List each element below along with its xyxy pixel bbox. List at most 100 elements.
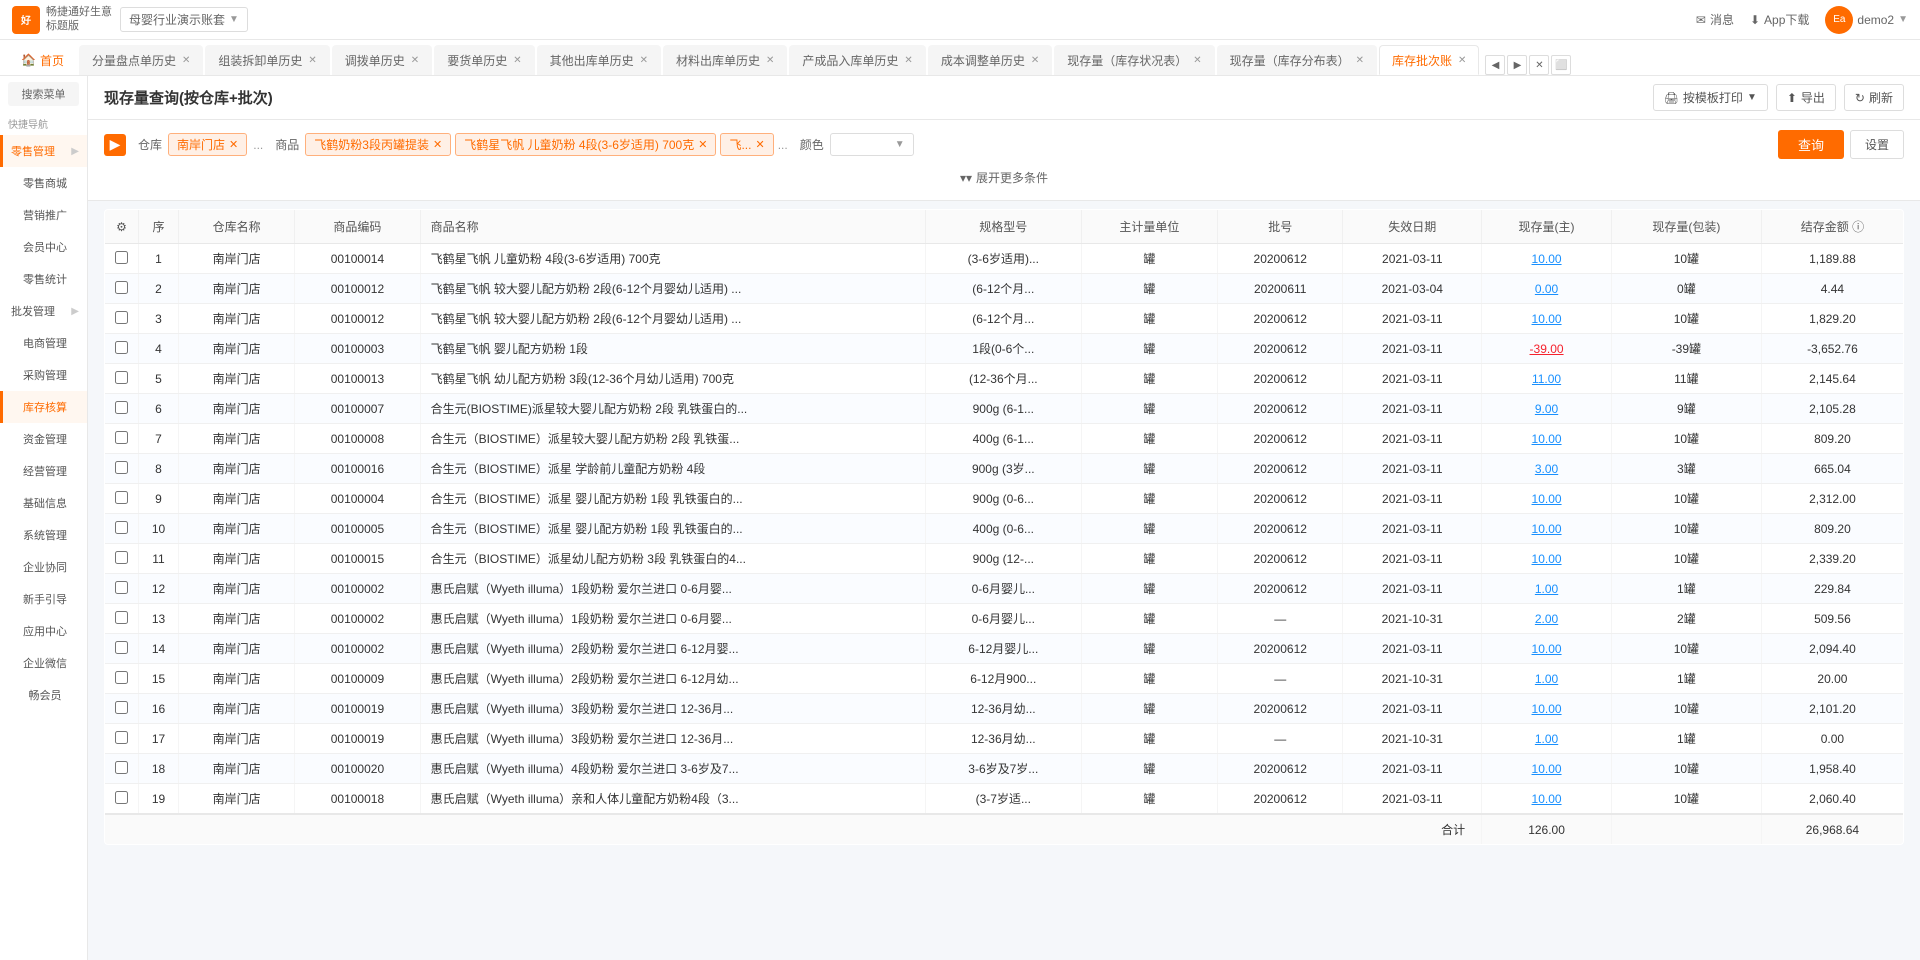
row-checkbox[interactable] xyxy=(105,394,139,424)
tab-chan-pin-in[interactable]: 产成品入库单历史 ✕ xyxy=(789,45,925,75)
row-checkbox[interactable] xyxy=(105,694,139,724)
sidebar-item-finance[interactable]: 资金管理 xyxy=(0,423,87,455)
tab-scroll-right[interactable]: ▶ xyxy=(1507,55,1527,75)
row-qty-main[interactable]: 2.00 xyxy=(1482,604,1612,634)
remove-warehouse-tag[interactable]: ✕ xyxy=(229,138,238,151)
row-qty-main[interactable]: 10.00 xyxy=(1482,544,1612,574)
row-checkbox[interactable] xyxy=(105,484,139,514)
row-qty-main[interactable]: 10.00 xyxy=(1482,754,1612,784)
row-checkbox[interactable] xyxy=(105,424,139,454)
filter-more-dots[interactable]: ... xyxy=(253,138,263,152)
sidebar-item-member[interactable]: 会员中心 xyxy=(0,231,87,263)
tab-kuzhuang[interactable]: 现存量（库存状况表） ✕ xyxy=(1054,45,1214,75)
row-checkbox[interactable] xyxy=(105,784,139,815)
row-checkbox[interactable] xyxy=(105,544,139,574)
tab-fen-pan[interactable]: 分量盘点单历史 ✕ xyxy=(79,45,203,75)
row-qty-main[interactable]: 3.00 xyxy=(1482,454,1612,484)
remove-product-tag-3[interactable]: ✕ xyxy=(755,138,764,151)
close-icon[interactable]: ✕ xyxy=(182,55,190,66)
row-checkbox[interactable] xyxy=(105,604,139,634)
search-menu-btn[interactable]: 搜索菜单 xyxy=(8,82,79,106)
refresh-btn[interactable]: ↻ 刷新 xyxy=(1844,84,1904,111)
remove-product-tag-2[interactable]: ✕ xyxy=(698,138,707,151)
row-checkbox[interactable] xyxy=(105,754,139,784)
sidebar-item-retail-stats[interactable]: 零售统计 xyxy=(0,263,87,295)
product-tag-1[interactable]: 飞鹤奶粉3段丙罐提装 ✕ xyxy=(305,133,451,156)
product-more-dots[interactable]: ... xyxy=(778,138,788,152)
row-qty-main[interactable]: 1.00 xyxy=(1482,724,1612,754)
sidebar-item-operation[interactable]: 经营管理 xyxy=(0,455,87,487)
row-checkbox[interactable] xyxy=(105,454,139,484)
messages-btn[interactable]: ✉ 消息 xyxy=(1696,11,1734,28)
tab-cai-liao[interactable]: 材料出库单历史 ✕ xyxy=(663,45,787,75)
sidebar-item-marketing[interactable]: 营销推广 xyxy=(0,199,87,231)
row-qty-main[interactable]: 1.00 xyxy=(1482,664,1612,694)
row-checkbox[interactable] xyxy=(105,304,139,334)
product-tag-3[interactable]: 飞... ✕ xyxy=(720,133,773,156)
close-icon[interactable]: ✕ xyxy=(640,55,648,66)
row-checkbox[interactable] xyxy=(105,514,139,544)
sidebar-item-app-center[interactable]: 应用中心 xyxy=(0,615,87,647)
dropdown-label[interactable]: 母婴行业演示账套 ▼ xyxy=(120,7,248,32)
row-qty-main[interactable]: 10.00 xyxy=(1482,244,1612,274)
app-download-btn[interactable]: ⬇ App下载 xyxy=(1750,11,1809,28)
tab-fenbu[interactable]: 现存量（库存分布表） ✕ xyxy=(1217,45,1377,75)
row-qty-main[interactable]: 10.00 xyxy=(1482,634,1612,664)
color-select[interactable]: ▼ xyxy=(830,133,914,156)
close-icon[interactable]: ✕ xyxy=(411,55,419,66)
remove-product-tag-1[interactable]: ✕ xyxy=(433,138,442,151)
close-icon[interactable]: ✕ xyxy=(1193,55,1201,66)
query-btn[interactable]: 查询 xyxy=(1778,130,1844,159)
tab-maximize[interactable]: ⬜ xyxy=(1551,55,1571,75)
warehouse-tag[interactable]: 南岸门店 ✕ xyxy=(168,133,247,156)
close-icon[interactable]: ✕ xyxy=(1458,55,1466,66)
row-qty-main[interactable]: 10.00 xyxy=(1482,304,1612,334)
row-checkbox[interactable] xyxy=(105,334,139,364)
row-qty-main[interactable]: 10.00 xyxy=(1482,514,1612,544)
sidebar-item-guide[interactable]: 新手引导 xyxy=(0,583,87,615)
sidebar-item-retail-mgmt[interactable]: 零售管理 ▶ xyxy=(0,135,87,167)
tab-active[interactable]: 库存批次账 ✕ xyxy=(1379,45,1479,75)
row-qty-main[interactable]: 10.00 xyxy=(1482,424,1612,454)
row-qty-main[interactable]: -39.00 xyxy=(1482,334,1612,364)
tab-yao-huo[interactable]: 要货单历史 ✕ xyxy=(434,45,534,75)
col-settings[interactable]: ⚙ xyxy=(105,210,139,244)
user-menu[interactable]: Ea demo2 ▼ xyxy=(1825,6,1908,34)
row-checkbox[interactable] xyxy=(105,574,139,604)
sidebar-item-vip[interactable]: 畅会员 xyxy=(0,679,87,711)
sidebar-item-purchase[interactable]: 采购管理 xyxy=(0,359,87,391)
row-checkbox[interactable] xyxy=(105,244,139,274)
close-icon[interactable]: ✕ xyxy=(308,55,316,66)
sidebar-item-company[interactable]: 企业协同 xyxy=(0,551,87,583)
row-qty-main[interactable]: 9.00 xyxy=(1482,394,1612,424)
row-checkbox[interactable] xyxy=(105,274,139,304)
product-tag-2[interactable]: 飞鹤星飞帆 儿童奶粉 4段(3-6岁适用) 700克 ✕ xyxy=(455,133,716,156)
row-checkbox[interactable] xyxy=(105,364,139,394)
row-checkbox[interactable] xyxy=(105,634,139,664)
sidebar-item-wechat[interactable]: 企业微信 xyxy=(0,647,87,679)
settings-btn[interactable]: 设置 xyxy=(1850,130,1904,159)
close-icon[interactable]: ✕ xyxy=(766,55,774,66)
sidebar-item-inventory[interactable]: 库存核算 xyxy=(0,391,87,423)
template-print-btn[interactable]: 🖨 按模板打印 ▼ xyxy=(1653,84,1768,111)
sidebar-item-basic[interactable]: 基础信息 xyxy=(0,487,87,519)
export-btn[interactable]: ⬆ 导出 xyxy=(1776,84,1836,111)
row-qty-main[interactable]: 1.00 xyxy=(1482,574,1612,604)
tab-scroll-left[interactable]: ◀ xyxy=(1485,55,1505,75)
row-qty-main[interactable]: 10.00 xyxy=(1482,694,1612,724)
row-checkbox[interactable] xyxy=(105,664,139,694)
tab-close-current[interactable]: ✕ xyxy=(1529,55,1549,75)
row-qty-main[interactable]: 10.00 xyxy=(1482,784,1612,815)
close-icon[interactable]: ✕ xyxy=(1356,55,1364,66)
close-icon[interactable]: ✕ xyxy=(1031,55,1039,66)
row-qty-main[interactable]: 11.00 xyxy=(1482,364,1612,394)
tab-qi-ta[interactable]: 其他出库单历史 ✕ xyxy=(537,45,661,75)
sidebar-item-system[interactable]: 系统管理 xyxy=(0,519,87,551)
row-qty-main[interactable]: 0.00 xyxy=(1482,274,1612,304)
tab-tiao-bo[interactable]: 调拨单历史 ✕ xyxy=(332,45,432,75)
sidebar-item-wholesale[interactable]: 批发管理 ▶ xyxy=(0,295,87,327)
tab-cheng-ben[interactable]: 成本调整单历史 ✕ xyxy=(928,45,1052,75)
tab-zu-chai[interactable]: 组装拆卸单历史 ✕ xyxy=(205,45,329,75)
close-icon[interactable]: ✕ xyxy=(904,55,912,66)
filter-expand-btn[interactable]: ▶ xyxy=(104,134,126,156)
